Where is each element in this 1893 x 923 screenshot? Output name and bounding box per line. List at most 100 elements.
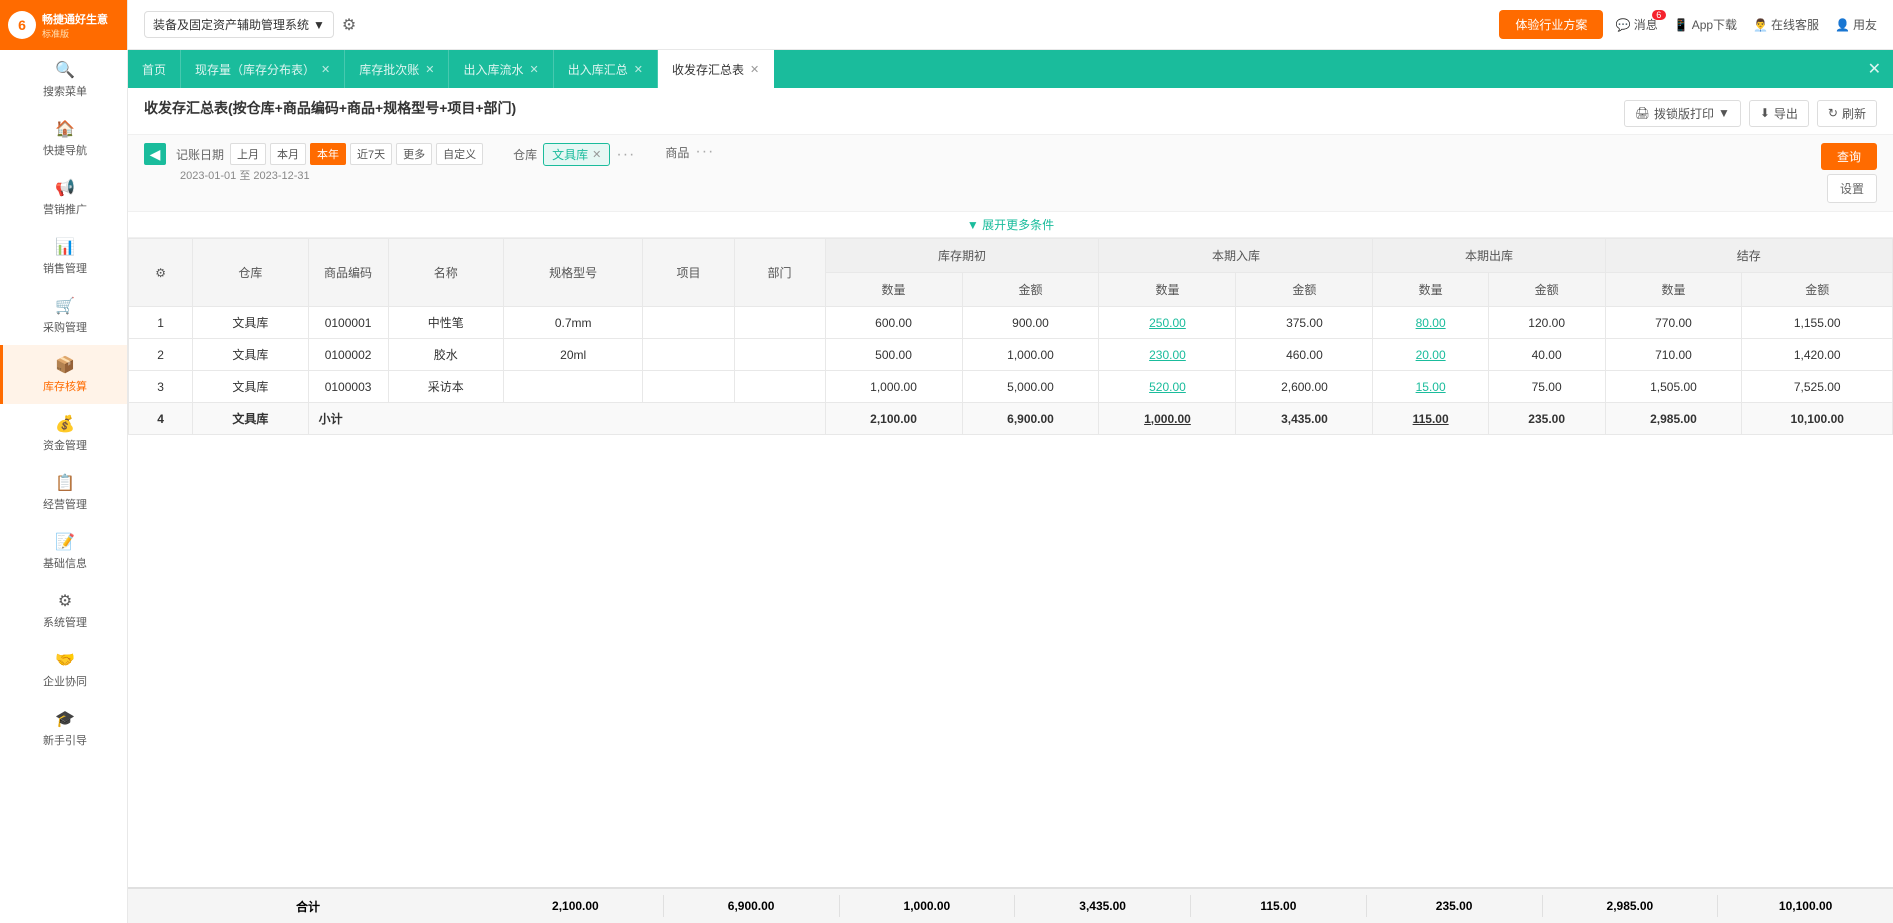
tab-in-out-flow-label: 出入库流水	[463, 61, 523, 78]
col-in-header: 本期入库	[1099, 239, 1373, 273]
row-goods-code: 0100002	[308, 339, 388, 371]
query-button[interactable]: 查询	[1821, 143, 1877, 170]
purchase-icon: 🛒	[55, 296, 75, 316]
sidebar-item-sales[interactable]: 📊 销售管理	[0, 227, 127, 286]
subtotal-open-amt: 6,900.00	[962, 403, 1099, 435]
col-settings-header[interactable]: ⚙	[129, 239, 193, 307]
col-open-qty-header: 数量	[825, 273, 962, 307]
sidebar-item-inventory[interactable]: 📦 库存核算	[0, 345, 127, 404]
row-out-qty[interactable]: 15.00	[1373, 371, 1488, 403]
filter-bar: ◀ 记账日期 上月 本月 本年 近7天 更多 自定义 2023-01-01	[128, 135, 1893, 212]
tab-in-out-summary-label: 出入库汇总	[568, 61, 628, 78]
footer-out-qty: 115.00	[1191, 895, 1367, 917]
row-in-qty[interactable]: 520.00	[1099, 371, 1236, 403]
subtotal-out-qty[interactable]: 115.00	[1373, 403, 1488, 435]
sidebar-label-purchase: 采购管理	[43, 319, 87, 335]
expand-more-label: 展开更多条件	[982, 218, 1054, 232]
user-menu-button[interactable]: 👤 用友	[1835, 16, 1877, 33]
subtotal-label: 小计	[308, 403, 825, 435]
col-goods-code-header: 商品编码	[308, 239, 388, 307]
topbar-gear-icon[interactable]: ⚙	[342, 15, 356, 35]
date-btn-7days[interactable]: 近7天	[350, 143, 392, 165]
col-project-header: 项目	[643, 239, 734, 307]
refresh-label: 刷新	[1842, 105, 1866, 122]
data-table-container: ⚙ 仓库 商品编码 名称 规格型号 项目 部门 库存期初 本期入库 本期出库 结…	[128, 238, 1893, 887]
finance-icon: 💰	[55, 414, 75, 434]
goods-more-dots[interactable]: ···	[695, 143, 714, 161]
tab-inventory-dist-label: 现存量（库存分布表）	[195, 61, 315, 78]
sidebar-label-marketing: 营销推广	[43, 201, 87, 217]
row-bal-qty: 710.00	[1605, 339, 1742, 371]
tab-inventory-dist[interactable]: 现存量（库存分布表） ✕	[181, 50, 345, 88]
date-btn-last-month[interactable]: 上月	[230, 143, 266, 165]
tab-inventory-dist-close[interactable]: ✕	[321, 63, 330, 76]
date-btn-more[interactable]: 更多	[396, 143, 432, 165]
message-label: 消息	[1634, 18, 1658, 32]
sidebar-item-quick-nav[interactable]: 🏠 快捷导航	[0, 109, 127, 168]
col-dept-header: 部门	[734, 239, 825, 307]
tab-batch-account[interactable]: 库存批次账 ✕	[345, 50, 449, 88]
sidebar-item-basic-info[interactable]: 📝 基础信息	[0, 522, 127, 581]
date-btn-custom[interactable]: 自定义	[436, 143, 483, 165]
tab-batch-account-close[interactable]: ✕	[425, 63, 434, 76]
sidebar-item-purchase[interactable]: 🛒 采购管理	[0, 286, 127, 345]
topbar-right: 💬 消息 6 📱 App下载 👨‍💼 在线客服 👤 用友	[1615, 16, 1877, 33]
sidebar-item-enterprise[interactable]: 🤝 企业协同	[0, 640, 127, 699]
sidebar-label-enterprise: 企业协同	[43, 673, 87, 689]
row-open-qty: 600.00	[825, 307, 962, 339]
row-goods-code: 0100001	[308, 307, 388, 339]
row-out-qty[interactable]: 80.00	[1373, 307, 1488, 339]
app-download-button[interactable]: 📱 App下载	[1674, 16, 1737, 33]
row-in-qty[interactable]: 230.00	[1099, 339, 1236, 371]
row-bal-qty: 1,505.00	[1605, 371, 1742, 403]
row-open-amt: 5,000.00	[962, 371, 1099, 403]
warehouse-more-dots[interactable]: ···	[616, 146, 635, 164]
col-settings-icon: ⚙	[155, 266, 166, 280]
subtotal-in-qty[interactable]: 1,000.00	[1099, 403, 1236, 435]
user-avatar-icon: 👤	[1835, 18, 1850, 32]
row-bal-amt: 1,420.00	[1742, 339, 1893, 371]
inventory-icon: 📦	[55, 355, 75, 375]
warehouse-filter-group: 仓库 文具库 ✕ ···	[513, 143, 635, 166]
refresh-button[interactable]: ↻ 刷新	[1817, 100, 1877, 127]
date-range-display: 2023-01-01 至 2023-12-31	[176, 167, 483, 183]
logo-badge: 标准版	[42, 27, 108, 40]
settings-button[interactable]: 设置	[1827, 174, 1877, 203]
tab-recv-send-summary[interactable]: 收发存汇总表 ✕	[658, 50, 774, 88]
sidebar-item-finance[interactable]: 💰 资金管理	[0, 404, 127, 463]
tab-in-out-summary-close[interactable]: ✕	[634, 63, 643, 76]
tab-recv-send-summary-close[interactable]: ✕	[750, 63, 759, 76]
print-button[interactable]: 🖨 拨锁版打印 ▼	[1624, 100, 1741, 127]
expand-more-icon: ▼	[967, 218, 982, 232]
sidebar-item-search[interactable]: 🔍 搜索菜单	[0, 50, 127, 109]
tab-in-out-flow-close[interactable]: ✕	[530, 63, 539, 76]
sidebar-item-newbie[interactable]: 🎓 新手引导	[0, 699, 127, 758]
date-btn-this-year[interactable]: 本年	[310, 143, 346, 165]
sidebar-label-newbie: 新手引导	[43, 732, 87, 748]
online-service-button[interactable]: 👨‍💼 在线客服	[1753, 16, 1819, 33]
sidebar-label-inventory: 库存核算	[43, 378, 87, 394]
message-button[interactable]: 💬 消息 6	[1615, 16, 1657, 33]
sidebar-nav: 🔍 搜索菜单 🏠 快捷导航 📢 营销推广 📊 销售管理 🛒 采购管理 📦 库存核…	[0, 50, 127, 923]
tabbar-close-all[interactable]: ✕	[1856, 59, 1893, 79]
basic-info-icon: 📝	[55, 532, 75, 552]
filter-toggle-button[interactable]: ◀	[144, 143, 166, 165]
system-selector[interactable]: 装备及固定资产辅助管理系统 ▼	[144, 11, 334, 38]
row-out-qty[interactable]: 20.00	[1373, 339, 1488, 371]
tab-in-out-flow[interactable]: 出入库流水 ✕	[449, 50, 553, 88]
row-in-qty[interactable]: 250.00	[1099, 307, 1236, 339]
row-warehouse: 文具库	[193, 339, 308, 371]
tab-home[interactable]: 首页	[128, 50, 181, 88]
trial-button[interactable]: 体验行业方案	[1499, 10, 1603, 39]
tab-in-out-summary[interactable]: 出入库汇总 ✕	[554, 50, 658, 88]
warehouse-tag-remove[interactable]: ✕	[592, 148, 601, 161]
operation-icon: 📋	[55, 473, 75, 493]
export-button[interactable]: ⬇ 导出	[1749, 100, 1809, 127]
sidebar-item-system[interactable]: ⚙ 系统管理	[0, 581, 127, 640]
sidebar-item-marketing[interactable]: 📢 营销推广	[0, 168, 127, 227]
main-area: 装备及固定资产辅助管理系统 ▼ ⚙ 体验行业方案 💬 消息 6 📱 App下载 …	[128, 0, 1893, 923]
sidebar-item-operation[interactable]: 📋 经营管理	[0, 463, 127, 522]
service-icon: 👨‍💼	[1753, 18, 1768, 32]
date-btn-this-month[interactable]: 本月	[270, 143, 306, 165]
expand-more-bar[interactable]: ▼ 展开更多条件	[128, 212, 1893, 238]
